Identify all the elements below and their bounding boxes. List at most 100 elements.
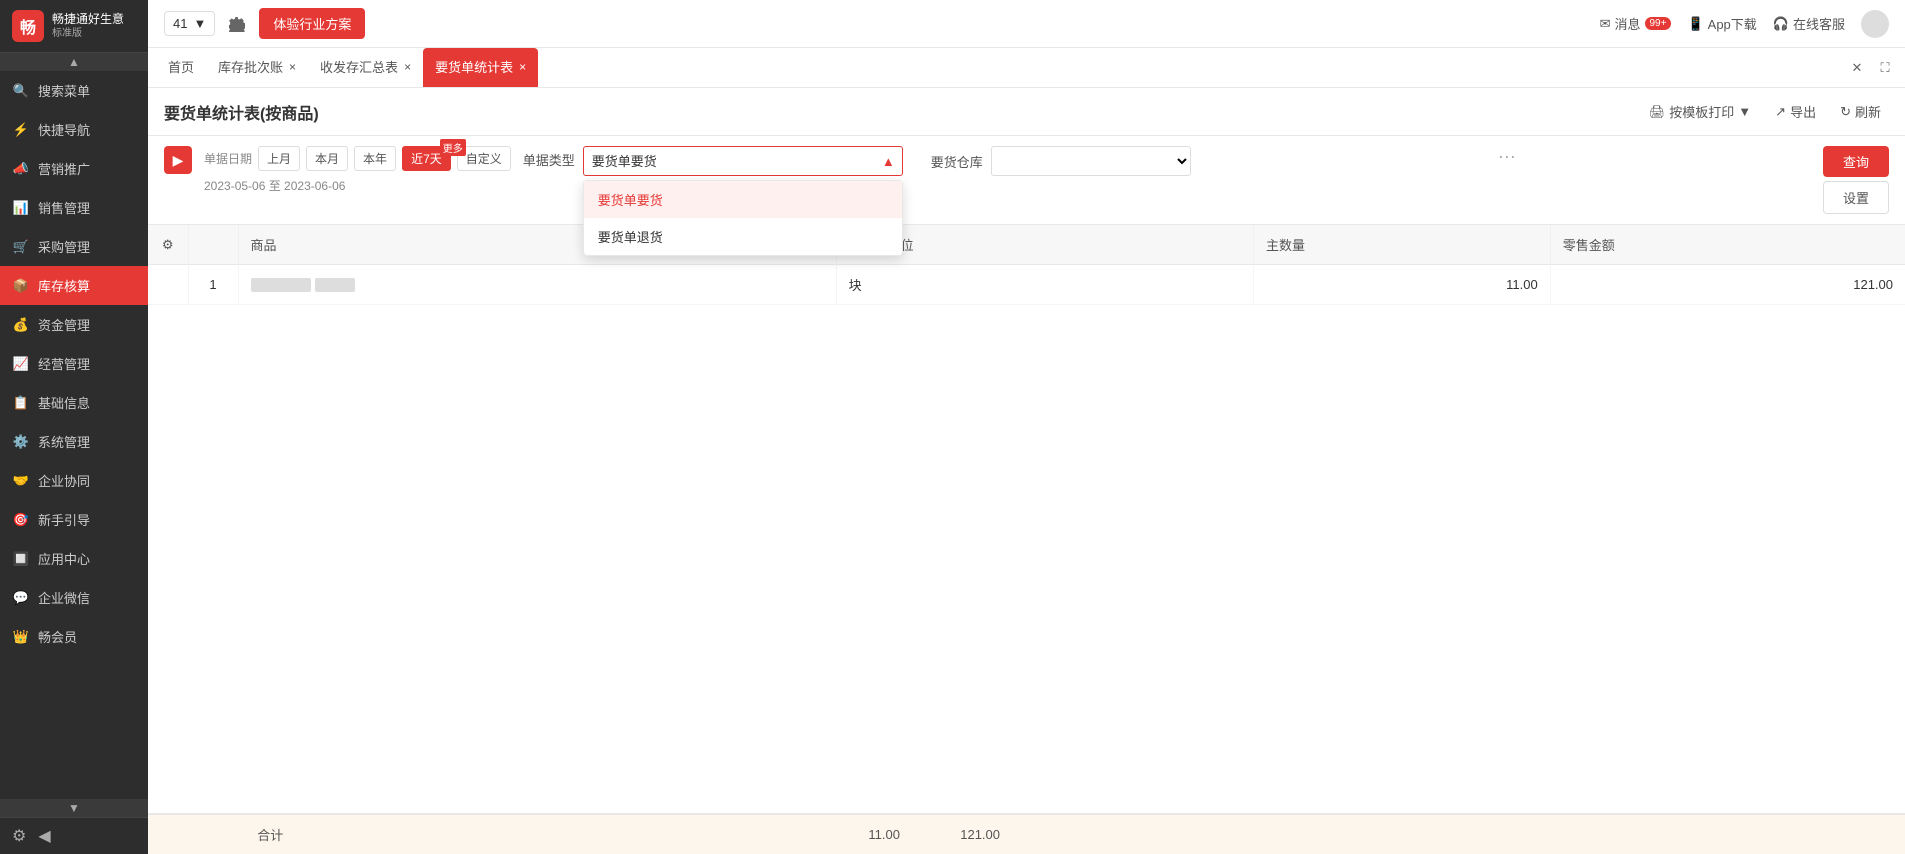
type-select[interactable]: 要货单要货要货单退货 [583,146,903,176]
header-left: 41 ▼ 体验行业方案 [164,8,365,39]
more-filter-btn[interactable]: ··· [1494,146,1520,167]
filter-row: ▶ 单据日期 上月 本月 本年 近7天 自定义 2023-05-06 至 202… [164,146,1889,214]
date-btn-this-year[interactable]: 本年 [354,146,396,171]
tab-batch[interactable]: 库存批次账 × [206,48,308,87]
product-code-placeholder [315,278,355,292]
basic-icon: 📋 [12,394,30,412]
page-header-actions: 🖨 按模板打印 ▼ ↗ 导出 ↻ 刷新 [1641,98,1889,125]
header-right: ✉ 消息 99+ 📱 App下载 🎧 在线客服 [1600,10,1889,38]
row-unit-cell: 块 [836,265,1253,305]
footer-label: 合计 [160,825,580,844]
business-icon: 📈 [12,355,30,373]
print-dropdown-arrow: ▼ [1738,104,1751,119]
sidebar-item-finance[interactable]: 💰 资金管理 [0,305,148,344]
print-template-btn[interactable]: 🖨 按模板打印 ▼ [1641,98,1759,125]
apps-icon: 🔲 [12,550,30,568]
page-title: 要货单统计表(按商品) [164,100,319,124]
print-icon: 🖨 [1649,104,1666,120]
sidebar-item-shortcut[interactable]: ⚡ 快捷导航 [0,110,148,149]
sidebar-item-basic[interactable]: 📋 基础信息 [0,383,148,422]
sidebar-item-sales[interactable]: 📊 销售管理 [0,188,148,227]
expand-filter-icon: ▶ [173,152,184,169]
table-row: 1 块 11.00 121.00 [148,265,1905,305]
set-btn[interactable]: 设置 [1823,181,1889,214]
footer-amount: 121.00 [900,827,1000,842]
col-settings: ⚙ [148,225,188,265]
date-btn-7days[interactable]: 近7天 [402,146,451,171]
headset-icon: 🎧 [1773,16,1789,32]
col-index [188,225,238,265]
sidebar-logo: 畅 畅捷通好生意 标准版 [0,0,148,53]
tab-batch-close[interactable]: × [289,60,296,74]
tab-order-stat[interactable]: 要货单统计表 × [423,48,538,87]
col-quantity: 主数量 [1253,225,1550,265]
date-range-text: 2023-05-06 至 2023-06-06 [204,177,511,194]
industry-btn[interactable]: 体验行业方案 [259,8,365,39]
sidebar-item-wechat[interactable]: 💬 企业微信 [0,578,148,617]
footer-quantity: 11.00 [800,827,900,842]
sidebar-item-inventory[interactable]: 📦 库存核算 [0,266,148,305]
sidebar-item-system[interactable]: ⚙️ 系统管理 [0,422,148,461]
sidebar-item-cooperation[interactable]: 🤝 企业协同 [0,461,148,500]
row-amount-cell: 121.00 [1550,265,1905,305]
user-avatar[interactable] [1861,10,1889,38]
type-filter-label: 单据类型 [523,146,575,169]
dropdown-item-return[interactable]: 要货单退货 [584,218,902,255]
store-selector[interactable]: 41 ▼ [164,11,215,36]
sidebar-items: 🔍 搜索菜单 ⚡ 快捷导航 📣 营销推广 📊 销售管理 🛒 采购管理 📦 库存核… [0,71,148,799]
sidebar-scroll-up[interactable]: ▲ [0,53,148,71]
collapse-sidebar-icon[interactable]: ◀ [38,826,50,846]
expand-tabs-btn[interactable]: ⛶ [1873,56,1897,80]
tab-order-stat-close[interactable]: × [519,60,526,74]
warehouse-select[interactable] [991,146,1191,176]
page-header: 要货单统计表(按商品) 🖨 按模板打印 ▼ ↗ 导出 ↻ 刷新 [148,88,1905,136]
tabs-right-actions: ✕ ⛶ [1845,56,1897,80]
dropdown-item-order[interactable]: 要货单要货 [584,181,902,218]
sidebar-item-marketing[interactable]: 📣 营销推广 [0,149,148,188]
tab-summary-close[interactable]: × [404,60,411,74]
refresh-btn[interactable]: ↻ 刷新 [1832,98,1889,125]
tab-summary[interactable]: 收发存汇总表 × [308,48,423,87]
tabs-bar: 首页 库存批次账 × 收发存汇总表 × 要货单统计表 × ✕ ⛶ [148,48,1905,88]
table-settings-icon[interactable]: ⚙ [162,237,174,252]
message-icon: ✉ [1600,16,1611,32]
type-dropdown-menu: 要货单要货 要货单退货 [583,180,903,256]
app-download-action[interactable]: 📱 App下载 [1687,14,1756,33]
sidebar-item-apps[interactable]: 🔲 应用中心 [0,539,148,578]
date-btn-last-month[interactable]: 上月 [258,146,300,171]
date-filter-buttons: 单据日期 上月 本月 本年 近7天 自定义 [204,146,511,171]
search-icon: 🔍 [12,82,30,100]
online-support-action[interactable]: 🎧 在线客服 [1773,14,1845,33]
sales-icon: 📊 [12,199,30,217]
table-footer: 合计 11.00 121.00 [148,813,1905,854]
member-icon: 👑 [12,628,30,646]
warehouse-filter-label: 要货仓库 [931,152,983,171]
export-btn[interactable]: ↗ 导出 [1767,98,1824,125]
sidebar-bottom: ⚙ ◀ [0,817,148,854]
shortcut-icon: ⚡ [12,121,30,139]
sidebar-item-purchase[interactable]: 🛒 采购管理 [0,227,148,266]
data-table: ⚙ 商品 主计量单位 主数量 零售金额 1 [148,225,1905,305]
logo-text: 畅捷通好生意 标准版 [52,11,124,42]
refresh-icon: ↻ [1840,104,1851,120]
settings-icon[interactable]: ⚙ [12,826,26,846]
date-btn-this-month[interactable]: 本月 [306,146,348,171]
sidebar-item-search[interactable]: 🔍 搜索菜单 [0,71,148,110]
date-filter-label: 单据日期 [204,150,252,167]
sidebar-item-member[interactable]: 👑 畅会员 [0,617,148,656]
logo-icon: 畅 [12,10,44,42]
filter-toggle-btn[interactable]: ▶ [164,146,192,174]
warehouse-filter-group: 要货仓库 [931,146,1191,176]
sidebar-item-business[interactable]: 📈 经营管理 [0,344,148,383]
close-all-tabs-btn[interactable]: ✕ [1845,56,1869,80]
export-icon: ↗ [1775,104,1786,120]
sidebar-item-guide[interactable]: 🎯 新手引导 [0,500,148,539]
tab-home[interactable]: 首页 [156,48,206,87]
row-index-cell: 1 [188,265,238,305]
header-gear-button[interactable] [223,10,251,38]
sidebar-scroll-down[interactable]: ▼ [0,799,148,817]
phone-icon: 📱 [1687,16,1703,32]
messages-action[interactable]: ✉ 消息 99+ [1600,14,1672,33]
query-btn[interactable]: 查询 [1823,146,1889,177]
purchase-icon: 🛒 [12,238,30,256]
